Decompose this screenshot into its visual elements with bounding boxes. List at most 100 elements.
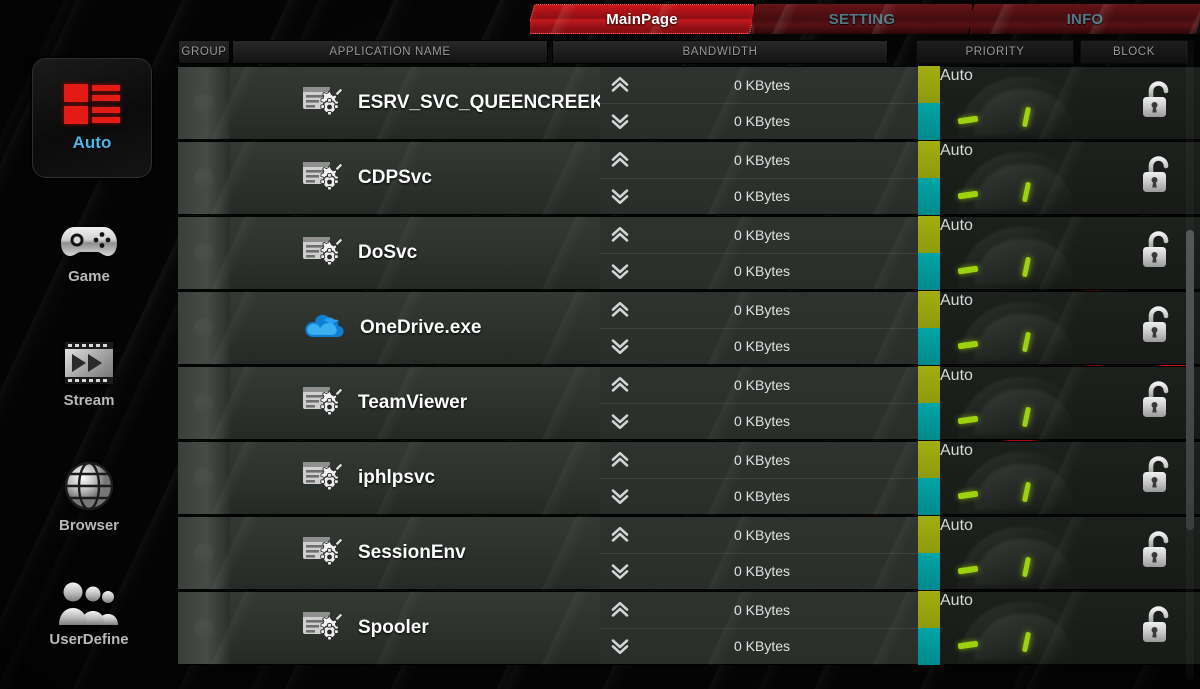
- table-row[interactable]: DoSvc 0 KBytes 0 KBytes Auto: [178, 216, 1200, 290]
- row-priority-cell[interactable]: Auto: [940, 516, 1112, 590]
- upload-chevron-icon-wrap: [600, 376, 640, 394]
- block-toggle-button[interactable]: [1138, 605, 1174, 652]
- tab-info[interactable]: INFO: [970, 4, 1200, 34]
- block-toggle-button[interactable]: [1138, 305, 1174, 352]
- download-bar: [918, 253, 940, 290]
- upload-bandwidth-line: 0 KBytes: [600, 442, 918, 478]
- row-bandwidth-bars: [918, 366, 940, 440]
- block-toggle-button[interactable]: [1138, 455, 1174, 502]
- download-value: 0 KBytes: [733, 413, 791, 430]
- row-application-cell[interactable]: DoSvc: [230, 216, 600, 290]
- block-toggle-button[interactable]: [1138, 230, 1174, 277]
- download-bar: [918, 103, 940, 140]
- row-bandwidth-bars: [918, 441, 940, 515]
- column-header-block: BLOCK: [1080, 40, 1188, 64]
- row-priority-cell[interactable]: Auto: [940, 66, 1112, 140]
- upload-bar: [918, 291, 940, 328]
- unlock-icon: [1143, 155, 1169, 192]
- download-chevron-icon: [611, 189, 629, 205]
- row-group-cell[interactable]: [178, 141, 230, 215]
- application-list[interactable]: ESRV_SVC_QUEENCREEK 0 KBytes 0 KBytes Au…: [178, 66, 1200, 665]
- table-row[interactable]: ESRV_SVC_QUEENCREEK 0 KBytes 0 KBytes Au…: [178, 66, 1200, 140]
- row-application-cell[interactable]: Spooler: [230, 591, 600, 665]
- upload-bandwidth-line: 0 KBytes: [600, 517, 918, 553]
- upload-bandwidth-line: 0 KBytes: [600, 217, 918, 253]
- row-application-cell[interactable]: OneDrive.exe: [230, 291, 600, 365]
- table-row[interactable]: Spooler 0 KBytes 0 KBytes Auto: [178, 591, 1200, 665]
- block-toggle-button[interactable]: [1138, 80, 1174, 127]
- application-icon: [302, 459, 344, 498]
- row-group-cell[interactable]: [178, 366, 230, 440]
- row-priority-cell[interactable]: Auto: [940, 216, 1112, 290]
- tab-mainpage[interactable]: MainPage: [530, 4, 754, 34]
- service-gear-icon: [303, 386, 344, 415]
- row-application-cell[interactable]: SessionEnv: [230, 516, 600, 590]
- block-toggle-button[interactable]: [1138, 380, 1174, 427]
- sidebar: Auto Game Stream Browser UserDefine: [0, 38, 178, 689]
- download-value: 0 KBytes: [733, 488, 791, 505]
- upload-bar: [918, 216, 940, 253]
- application-name-label: SessionEnv: [358, 542, 466, 563]
- priority-gauge[interactable]: [952, 223, 1100, 289]
- row-bandwidth-bars: [918, 216, 940, 290]
- row-group-cell[interactable]: [178, 216, 230, 290]
- application-name-label: iphlpsvc: [358, 467, 436, 488]
- sidebar-item-game[interactable]: Game: [0, 206, 178, 296]
- row-application-cell[interactable]: CDPSvc: [230, 141, 600, 215]
- row-group-cell[interactable]: [178, 66, 230, 140]
- priority-gauge[interactable]: [952, 448, 1100, 514]
- row-group-cell[interactable]: [178, 591, 230, 665]
- sidebar-item-stream[interactable]: Stream: [0, 328, 178, 418]
- row-priority-cell[interactable]: Auto: [940, 366, 1112, 440]
- priority-gauge[interactable]: [952, 373, 1100, 439]
- upload-chevron-icon: [611, 76, 629, 92]
- row-group-cell[interactable]: [178, 516, 230, 590]
- row-bandwidth-cell: 0 KBytes 0 KBytes: [600, 291, 918, 365]
- scrollbar-thumb[interactable]: [1186, 230, 1194, 530]
- tab-info-label: INFO: [1066, 10, 1104, 28]
- sidebar-item-userdefine[interactable]: UserDefine: [0, 568, 178, 660]
- row-application-cell[interactable]: TeamViewer: [230, 366, 600, 440]
- priority-gauge[interactable]: [952, 73, 1100, 139]
- sidebar-item-browser[interactable]: Browser: [0, 450, 178, 542]
- block-toggle-button[interactable]: [1138, 155, 1174, 202]
- priority-gauge[interactable]: [952, 598, 1100, 664]
- application-icon: [302, 311, 346, 346]
- download-bandwidth-line: 0 KBytes: [600, 552, 918, 590]
- sidebar-item-auto[interactable]: Auto: [32, 58, 152, 178]
- application-icon: [302, 234, 344, 273]
- column-header-group: GROUP: [178, 40, 230, 64]
- download-bar: [918, 178, 940, 215]
- priority-gauge[interactable]: [952, 523, 1100, 589]
- sidebar-item-userdefine-label: UserDefine: [49, 630, 129, 648]
- table-row[interactable]: OneDrive.exe 0 KBytes 0 KBytes Auto: [178, 291, 1200, 365]
- row-application-cell[interactable]: ESRV_SVC_QUEENCREEK: [230, 66, 604, 140]
- block-toggle-button[interactable]: [1138, 530, 1174, 577]
- upload-value: 0 KBytes: [733, 601, 791, 618]
- table-row[interactable]: iphlpsvc 0 KBytes 0 KBytes Auto: [178, 441, 1200, 515]
- download-chevron-icon-wrap: [600, 112, 640, 130]
- tab-setting[interactable]: SETTING: [752, 4, 972, 34]
- row-priority-cell[interactable]: Auto: [940, 441, 1112, 515]
- vertical-scrollbar[interactable]: [1186, 40, 1194, 680]
- row-group-cell[interactable]: [178, 291, 230, 365]
- film-fastforward-icon: [65, 341, 113, 384]
- row-priority-cell[interactable]: Auto: [940, 291, 1112, 365]
- table-row[interactable]: TeamViewer 0 KBytes 0 KBytes Auto: [178, 366, 1200, 440]
- row-group-cell[interactable]: [178, 441, 230, 515]
- priority-gauge[interactable]: [952, 148, 1100, 214]
- upload-bar: [918, 141, 940, 178]
- download-bandwidth-line: 0 KBytes: [600, 102, 918, 140]
- row-bandwidth-cell: 0 KBytes 0 KBytes: [600, 441, 918, 515]
- table-row[interactable]: SessionEnv 0 KBytes 0 KBytes Auto: [178, 516, 1200, 590]
- row-priority-cell[interactable]: Auto: [940, 141, 1112, 215]
- row-priority-cell[interactable]: Auto: [940, 591, 1112, 665]
- priority-gauge[interactable]: [952, 298, 1100, 364]
- row-application-cell[interactable]: iphlpsvc: [230, 441, 600, 515]
- table-row[interactable]: CDPSvc 0 KBytes 0 KBytes Auto: [178, 141, 1200, 215]
- upload-value: 0 KBytes: [733, 226, 791, 243]
- upload-bandwidth-line: 0 KBytes: [600, 67, 918, 103]
- download-chevron-icon: [611, 639, 629, 655]
- group-indicator-dot: [194, 468, 214, 488]
- auto-blocks-icon: [64, 83, 120, 125]
